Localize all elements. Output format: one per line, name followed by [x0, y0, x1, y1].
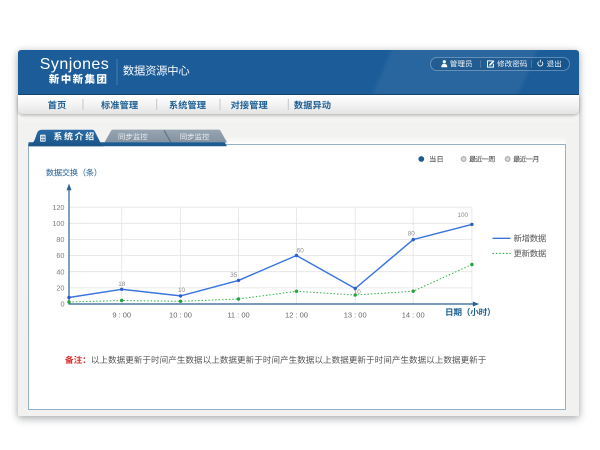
- svg-text:18: 18: [118, 281, 126, 288]
- svg-text:100: 100: [52, 219, 64, 228]
- svg-text:60: 60: [297, 248, 305, 255]
- svg-text:80: 80: [56, 235, 64, 244]
- svg-text:120: 120: [52, 203, 64, 212]
- svg-text:14 : 00: 14 : 00: [402, 311, 425, 320]
- svg-text:13 : 00: 13 : 00: [344, 311, 367, 320]
- svg-text:80: 80: [408, 231, 416, 238]
- svg-text:10 : 00: 10 : 00: [169, 311, 192, 320]
- svg-text:9 : 00: 9 : 00: [112, 311, 131, 320]
- svg-text:12 : 00: 12 : 00: [285, 311, 308, 320]
- svg-text:11 : 00: 11 : 00: [227, 311, 249, 320]
- svg-text:10: 10: [354, 289, 362, 296]
- svg-text:40: 40: [56, 267, 64, 276]
- svg-text:35: 35: [230, 272, 238, 279]
- svg-text:20: 20: [56, 283, 64, 292]
- svg-text:60: 60: [56, 251, 64, 260]
- svg-text:10: 10: [178, 287, 186, 294]
- svg-text:0: 0: [60, 300, 64, 309]
- svg-text:100: 100: [458, 212, 469, 219]
